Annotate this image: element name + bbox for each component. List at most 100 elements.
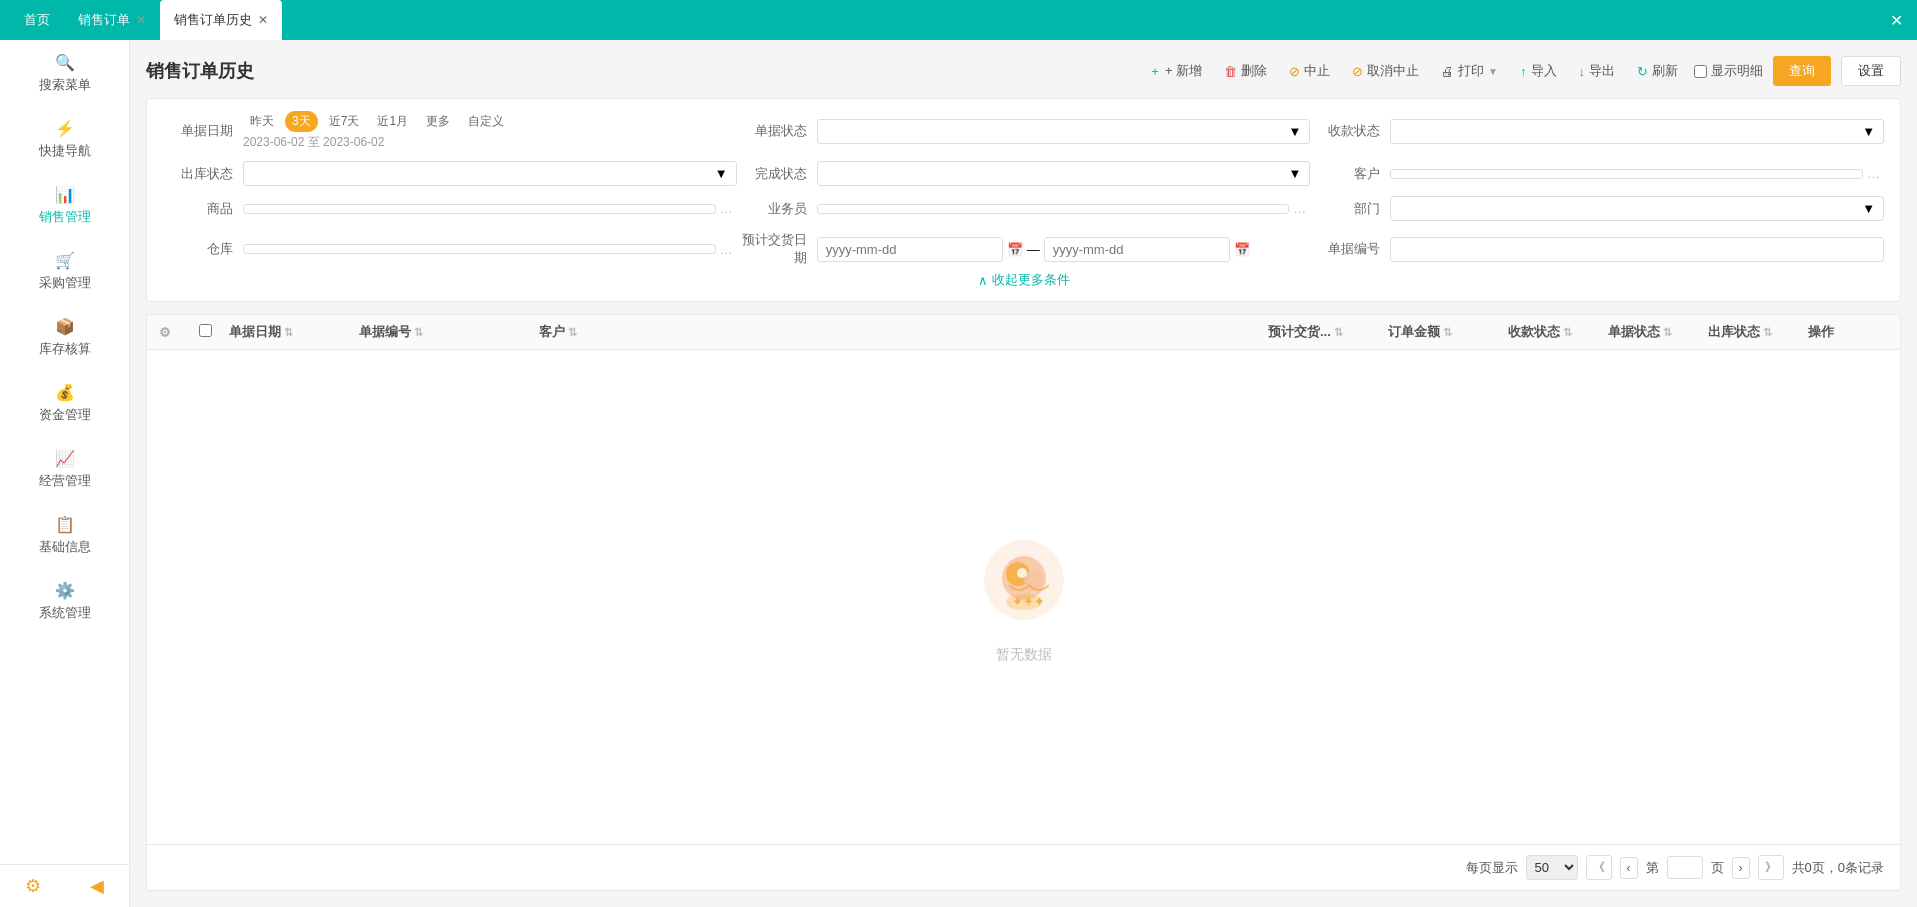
chevron-down-icon2: ▼ [1862,124,1875,139]
delivery-status-control[interactable]: ▼ [243,161,737,186]
close-sales-order-tab[interactable]: ✕ [136,13,146,27]
import-button[interactable]: ↑ 导入 [1514,58,1563,84]
stop-button[interactable]: ⊘ 中止 [1283,58,1336,84]
date-3days[interactable]: 3天 [285,111,318,132]
total-records: 共0页，0条记录 [1792,859,1884,877]
sidebar-settings-icon[interactable]: ⚙ [25,875,41,897]
salesperson-input[interactable] [817,204,1290,214]
first-page-button[interactable]: 《 [1586,855,1612,880]
refresh-button[interactable]: ↻ 刷新 [1631,58,1684,84]
sidebar-item-finance[interactable]: 💰 资金管理 [0,370,129,436]
print-button[interactable]: 🖨 打印 ▼ [1435,58,1504,84]
date-custom[interactable]: 自定义 [461,111,511,132]
department-select[interactable]: ▼ [1390,196,1884,221]
payment-status-control[interactable]: ▼ [1390,119,1884,144]
per-page-select[interactable]: 50 100 200 [1526,855,1578,880]
cancel-stop-button[interactable]: ⊘ 取消中止 [1346,58,1425,84]
select-all-checkbox[interactable] [199,324,212,337]
filter-payment-status-cell: 收款状态 ▼ [1310,111,1884,151]
display-toggle-checkbox[interactable] [1694,65,1707,78]
completion-status-select[interactable]: ▼ [817,161,1311,186]
tab-sales-order[interactable]: 销售订单 ✕ [64,0,160,40]
warehouse-ellipsis-button[interactable]: … [716,242,737,257]
export-button[interactable]: ↓ 导出 [1573,58,1622,84]
prev-page-button[interactable]: ‹ [1620,857,1638,879]
order-status-control[interactable]: ▼ [817,119,1311,144]
search-button[interactable]: 查询 [1773,56,1831,86]
sort-order-status-icon: ⇅ [1663,326,1672,339]
date-more[interactable]: 更多 [419,111,457,132]
filter-delivery-status-cell: 出库状态 ▼ [163,161,737,186]
chevron-down-icon5: ▼ [1862,201,1875,216]
next-page-button[interactable]: › [1732,857,1750,879]
sidebar-item-operations[interactable]: 📈 经营管理 [0,436,129,502]
table-col-date[interactable]: 单据日期 ⇅ [229,323,359,341]
sidebar-item-basic-info[interactable]: 📋 基础信息 [0,502,129,568]
chevron-down-icon3: ▼ [715,166,728,181]
tab-sales-history[interactable]: 销售订单历史 ✕ [160,0,282,40]
table-container: ⚙ 单据日期 ⇅ 单据编号 ⇅ 客户 ⇅ 预计交货... [146,314,1901,891]
calendar-icon-2[interactable]: 📅 [1234,242,1250,257]
order-status-select[interactable]: ▼ [817,119,1311,144]
settings-button[interactable]: 设置 [1841,56,1901,86]
last-page-button[interactable]: 》 [1758,855,1784,880]
date-yesterday[interactable]: 昨天 [243,111,281,132]
sidebar-collapse-icon[interactable]: ◀ [90,875,104,897]
delivery-date-end[interactable] [1044,237,1230,262]
tab-home[interactable]: 首页 [10,0,64,40]
table-col-amount[interactable]: 订单金额 ⇅ [1388,323,1508,341]
sort-number-icon: ⇅ [414,326,423,339]
operations-icon: 📈 [55,448,75,468]
completion-status-control[interactable]: ▼ [817,161,1311,186]
table-col-action: 操作 [1808,323,1888,341]
table-col-order-status[interactable]: 单据状态 ⇅ [1608,323,1708,341]
order-status-label: 单据状态 [737,122,817,140]
system-icon: ⚙️ [55,580,75,600]
quick-nav-icon: ⚡ [55,118,75,138]
payment-status-select[interactable]: ▼ [1390,119,1884,144]
filter-salesperson-cell: 业务员 … [737,196,1311,221]
table-col-pay-status[interactable]: 收款状态 ⇅ [1508,323,1608,341]
delivery-date-start[interactable] [817,237,1003,262]
finance-icon: 💰 [55,382,75,402]
customer-label: 客户 [1310,165,1390,183]
product-input[interactable] [243,204,716,214]
delivery-date-control: 📅 — 📅 [817,237,1311,262]
page-input[interactable]: 1 [1667,856,1703,879]
sidebar-item-search-menu[interactable]: 🔍 搜索菜单 [0,40,129,106]
sidebar-item-system[interactable]: ⚙️ 系统管理 [0,568,129,634]
display-toggle[interactable]: 显示明细 [1694,62,1763,80]
delivery-status-select[interactable]: ▼ [243,161,737,186]
delete-button[interactable]: 🗑 删除 [1218,58,1273,84]
new-button[interactable]: + + 新增 [1145,58,1208,84]
product-ellipsis-button[interactable]: … [716,201,737,216]
collapse-row[interactable]: ∧ 收起更多条件 [163,271,1884,289]
customer-input[interactable] [1390,169,1863,179]
date-1month[interactable]: 近1月 [370,111,415,132]
table-col-number[interactable]: 单据编号 ⇅ [359,323,539,341]
table-col-delivery[interactable]: 预计交货... ⇅ [1268,323,1388,341]
close-sales-history-tab[interactable]: ✕ [258,13,268,27]
order-number-control[interactable] [1390,237,1884,262]
filter-completion-status-cell: 完成状态 ▼ [737,161,1311,186]
warehouse-input[interactable] [243,244,716,254]
filter-row-1: 单据日期 昨天 3天 近7天 近1月 更多 自定义 2023-06-02 至 2… [163,111,1884,151]
salesperson-ellipsis-button[interactable]: … [1289,201,1310,216]
order-number-input[interactable] [1390,237,1884,262]
sidebar-item-sales[interactable]: 📊 销售管理 [0,172,129,238]
table-col-stock-status[interactable]: 出库状态 ⇅ [1708,323,1808,341]
date-7days[interactable]: 近7天 [322,111,367,132]
sales-icon: 📊 [55,184,75,204]
sidebar-item-inventory[interactable]: 📦 库存核算 [0,304,129,370]
sort-pay-status-icon: ⇅ [1563,326,1572,339]
window-close-button[interactable]: ✕ [1886,11,1907,30]
customer-ellipsis-button[interactable]: … [1863,166,1884,181]
calendar-icon-1[interactable]: 📅 [1007,242,1023,257]
collapse-up-icon: ∧ [978,273,988,288]
sort-customer-icon: ⇅ [568,326,577,339]
department-control[interactable]: ▼ [1390,196,1884,221]
table-col-customer[interactable]: 客户 ⇅ [539,323,1268,341]
table-settings-icon[interactable]: ⚙ [159,325,171,340]
sidebar-item-quick-nav[interactable]: ⚡ 快捷导航 [0,106,129,172]
sidebar-item-purchase[interactable]: 🛒 采购管理 [0,238,129,304]
